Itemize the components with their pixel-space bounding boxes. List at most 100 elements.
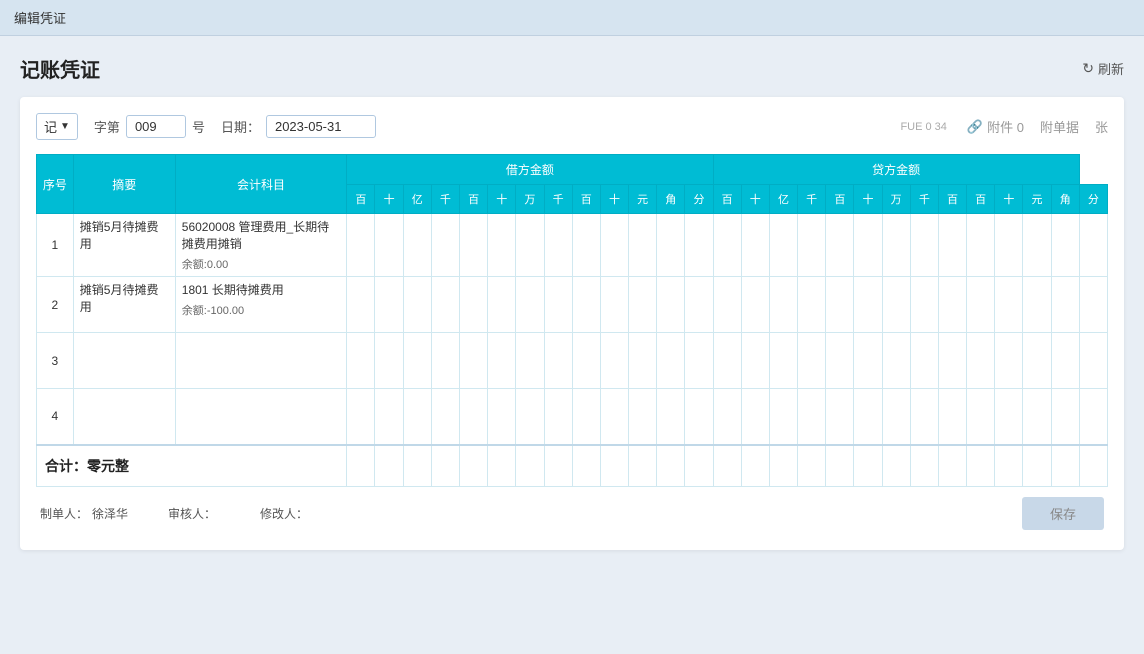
credit-cell-r2-d5[interactable] [854,333,882,389]
credit-cell-r0-d0[interactable] [713,214,741,277]
credit-cell-r1-d2[interactable] [769,277,797,333]
debit-cell-r1-d8[interactable] [572,277,600,333]
voucher-type-dropdown[interactable]: 记 ▼ [36,113,78,140]
cell-summary-1[interactable]: 摊销5月待摊费用 [73,277,175,333]
cell-seq-0[interactable]: 1 [37,214,74,277]
credit-cell-r3-d13[interactable] [1079,389,1107,445]
debit-cell-r0-d5[interactable] [488,214,516,277]
debit-cell-r0-d0[interactable] [347,214,375,277]
debit-cell-r3-d3[interactable] [431,389,459,445]
debit-cell-r1-d9[interactable] [600,277,628,333]
debit-cell-r3-d7[interactable] [544,389,572,445]
cell-account-1[interactable]: 1801 长期待摊费用余额:-100.00 [175,277,347,333]
debit-cell-r0-d8[interactable] [572,214,600,277]
credit-cell-r2-d4[interactable] [826,333,854,389]
debit-cell-r2-d5[interactable] [488,333,516,389]
debit-cell-r0-d7[interactable] [544,214,572,277]
credit-cell-r3-d2[interactable] [769,389,797,445]
save-button[interactable]: 保存 [1022,497,1104,530]
cell-seq-3[interactable]: 4 [37,389,74,445]
cell-account-3[interactable] [175,389,347,445]
debit-cell-r0-d9[interactable] [600,214,628,277]
debit-cell-r2-d3[interactable] [431,333,459,389]
credit-cell-r2-d2[interactable] [769,333,797,389]
credit-cell-r1-d9[interactable] [967,277,995,333]
credit-cell-r0-d6[interactable] [882,214,910,277]
credit-cell-r3-d4[interactable] [826,389,854,445]
credit-cell-r2-d3[interactable] [798,333,826,389]
debit-cell-r3-d2[interactable] [403,389,431,445]
credit-cell-r0-d1[interactable] [741,214,769,277]
cell-summary-0[interactable]: 摊销5月待摊费用 [73,214,175,277]
credit-cell-r2-d9[interactable] [967,333,995,389]
credit-cell-r2-d0[interactable] [713,333,741,389]
debit-cell-r0-d4[interactable] [460,214,488,277]
debit-cell-r3-d4[interactable] [460,389,488,445]
credit-cell-r3-d0[interactable] [713,389,741,445]
credit-cell-r0-d12[interactable] [1051,214,1079,277]
debit-cell-r1-d6[interactable] [516,277,544,333]
cell-seq-2[interactable]: 3 [37,333,74,389]
credit-cell-r0-d2[interactable] [769,214,797,277]
credit-cell-r1-d3[interactable] [798,277,826,333]
credit-cell-r2-d12[interactable] [1051,333,1079,389]
debit-cell-r1-d10[interactable] [629,277,657,333]
credit-cell-r2-d13[interactable] [1079,333,1107,389]
debit-cell-r2-d9[interactable] [600,333,628,389]
debit-cell-r2-d8[interactable] [572,333,600,389]
debit-cell-r1-d7[interactable] [544,277,572,333]
cell-account-0[interactable]: 56020008 管理费用_长期待摊费用摊销余额:0.00 [175,214,347,277]
debit-cell-r0-d6[interactable] [516,214,544,277]
credit-cell-r3-d10[interactable] [995,389,1023,445]
credit-cell-r3-d1[interactable] [741,389,769,445]
cell-summary-3[interactable] [73,389,175,445]
debit-cell-r1-d2[interactable] [403,277,431,333]
credit-cell-r0-d11[interactable] [1023,214,1051,277]
debit-cell-r2-d4[interactable] [460,333,488,389]
debit-cell-r2-d12[interactable] [685,333,713,389]
credit-cell-r0-d4[interactable] [826,214,854,277]
credit-cell-r3-d11[interactable] [1023,389,1051,445]
debit-cell-r1-d5[interactable] [488,277,516,333]
debit-cell-r0-d2[interactable] [403,214,431,277]
credit-cell-r3-d12[interactable] [1051,389,1079,445]
cell-seq-1[interactable]: 2 [37,277,74,333]
debit-cell-r3-d5[interactable] [488,389,516,445]
credit-cell-r1-d13[interactable] [1079,277,1107,333]
credit-cell-r0-d7[interactable] [910,214,938,277]
debit-cell-r1-d4[interactable] [460,277,488,333]
credit-cell-r0-d13[interactable] [1079,214,1107,277]
credit-cell-r2-d10[interactable] [995,333,1023,389]
credit-cell-r2-d6[interactable] [882,333,910,389]
credit-cell-r1-d4[interactable] [826,277,854,333]
debit-cell-r1-d12[interactable] [685,277,713,333]
debit-cell-r0-d10[interactable] [629,214,657,277]
credit-cell-r1-d0[interactable] [713,277,741,333]
credit-cell-r1-d11[interactable] [1023,277,1051,333]
credit-cell-r1-d8[interactable] [938,277,966,333]
credit-cell-r0-d5[interactable] [854,214,882,277]
credit-cell-r0-d9[interactable] [967,214,995,277]
attach-button[interactable]: 🔗 附件 0 [967,117,1024,136]
debit-cell-r2-d2[interactable] [403,333,431,389]
debit-cell-r3-d11[interactable] [657,389,685,445]
debit-cell-r2-d10[interactable] [629,333,657,389]
cell-account-2[interactable] [175,333,347,389]
credit-cell-r3-d7[interactable] [910,389,938,445]
cell-summary-2[interactable] [73,333,175,389]
credit-cell-r3-d5[interactable] [854,389,882,445]
credit-cell-r3-d8[interactable] [938,389,966,445]
credit-cell-r1-d10[interactable] [995,277,1023,333]
debit-cell-r0-d3[interactable] [431,214,459,277]
credit-cell-r2-d8[interactable] [938,333,966,389]
debit-cell-r0-d12[interactable] [685,214,713,277]
date-input[interactable] [266,115,376,138]
debit-cell-r2-d7[interactable] [544,333,572,389]
debit-cell-r3-d10[interactable] [629,389,657,445]
debit-cell-r1-d11[interactable] [657,277,685,333]
credit-cell-r3-d3[interactable] [798,389,826,445]
debit-cell-r3-d9[interactable] [600,389,628,445]
credit-cell-r3-d9[interactable] [967,389,995,445]
credit-cell-r2-d11[interactable] [1023,333,1051,389]
debit-cell-r1-d3[interactable] [431,277,459,333]
